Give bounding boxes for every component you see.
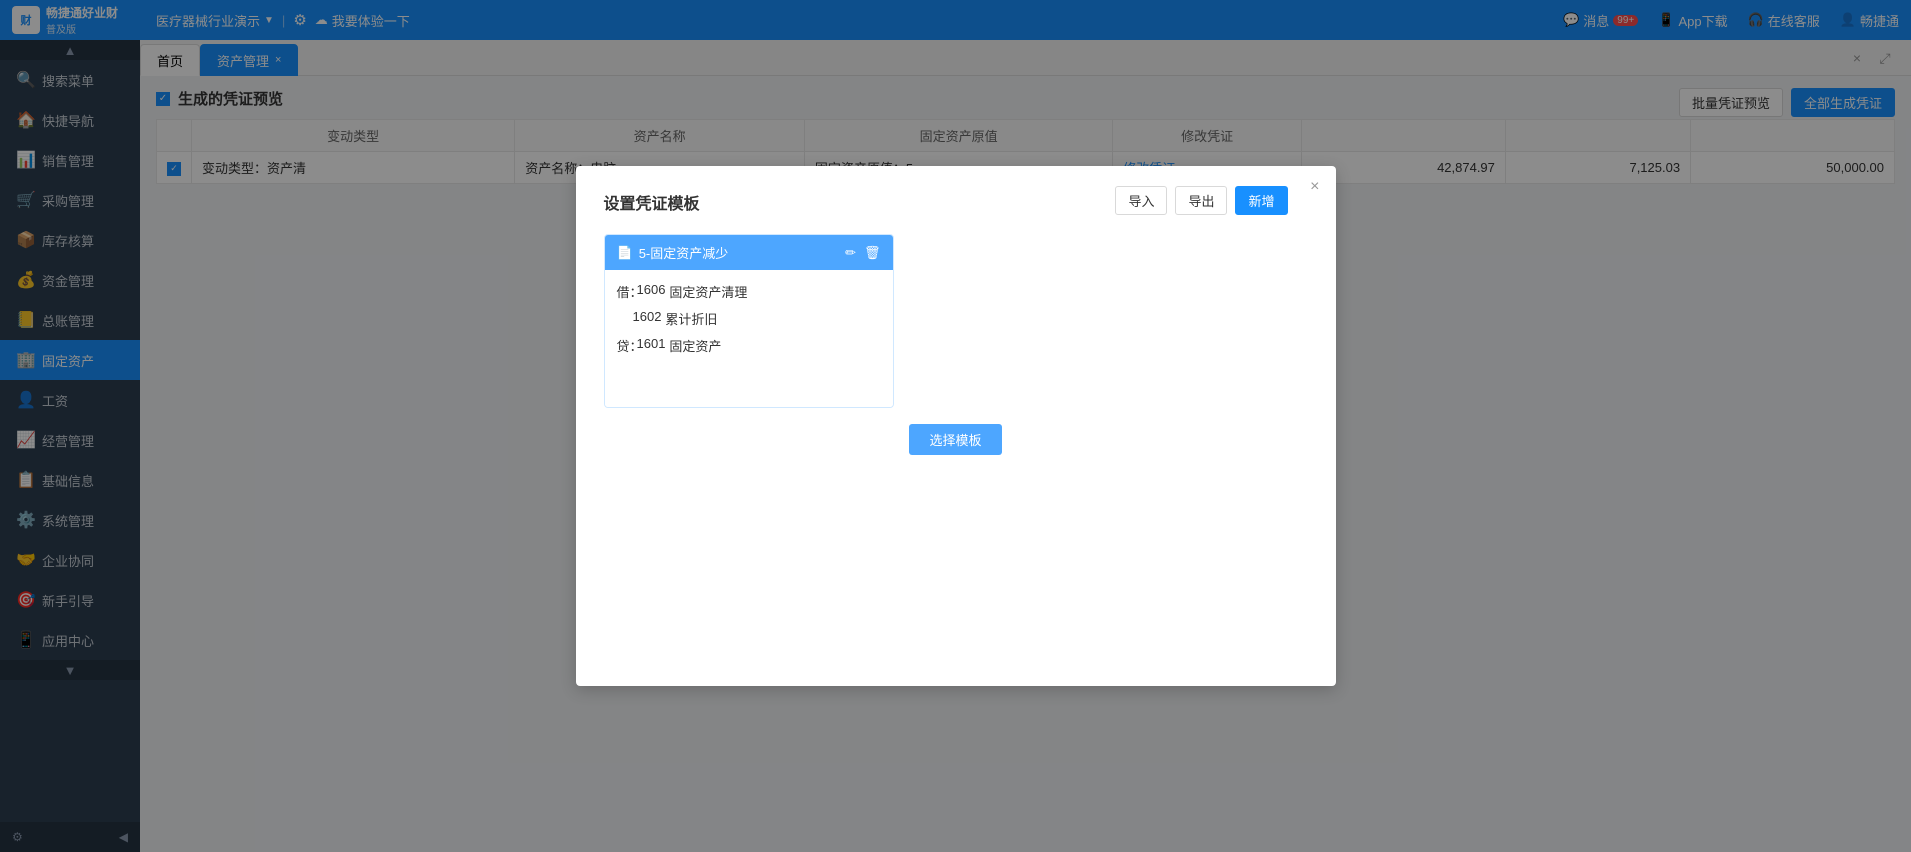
entry-code-1602: 1602 <box>633 309 662 328</box>
modal-overlay: × 设置凭证模板 导入 导出 新增 📄 5-固定资产减少 ✏ 🗑 <box>0 0 1911 852</box>
entry-1602: 1602 累计折旧 <box>605 305 893 332</box>
entry-name-1602: 累计折旧 <box>665 309 717 328</box>
entry-1601: 贷： 1601 固定资产 <box>605 332 893 359</box>
template-card-header: 📄 5-固定资产减少 ✏ 🗑 <box>605 235 893 270</box>
entry-type-borrow: 借： <box>617 282 637 301</box>
template-card-body: 借： 1606 固定资产清理 1602 累计折旧 贷： 1601 固定资产 <box>605 270 893 407</box>
entry-name-1601: 固定资产 <box>669 336 721 355</box>
entry-code-1601: 1601 <box>637 336 666 355</box>
entry-empty-1 <box>605 359 893 379</box>
modal-dialog: × 设置凭证模板 导入 导出 新增 📄 5-固定资产减少 ✏ 🗑 <box>576 166 1336 686</box>
modal-toolbar: 导入 导出 新增 <box>1115 186 1287 215</box>
template-doc-icon: 📄 <box>617 245 633 261</box>
edit-template-icon[interactable]: ✏ <box>845 245 856 261</box>
select-template-btn[interactable]: 选择模板 <box>909 424 1001 455</box>
entry-name-1606: 固定资产清理 <box>669 282 747 301</box>
new-template-btn[interactable]: 新增 <box>1235 186 1287 215</box>
entry-1606: 借： 1606 固定资产清理 <box>605 278 893 305</box>
template-card: 📄 5-固定资产减少 ✏ 🗑 借： 1606 固定资产清理 1602 累计折旧 <box>604 234 894 408</box>
export-btn[interactable]: 导出 <box>1175 186 1227 215</box>
template-id-name: 5-固定资产减少 <box>639 243 729 262</box>
delete-template-icon[interactable]: 🗑 <box>864 245 881 261</box>
entry-code-1606: 1606 <box>637 282 666 301</box>
modal-close-btn[interactable]: × <box>1310 178 1319 196</box>
import-btn[interactable]: 导入 <box>1115 186 1167 215</box>
entry-type-credit: 贷： <box>617 336 637 355</box>
entry-empty-2 <box>605 379 893 399</box>
